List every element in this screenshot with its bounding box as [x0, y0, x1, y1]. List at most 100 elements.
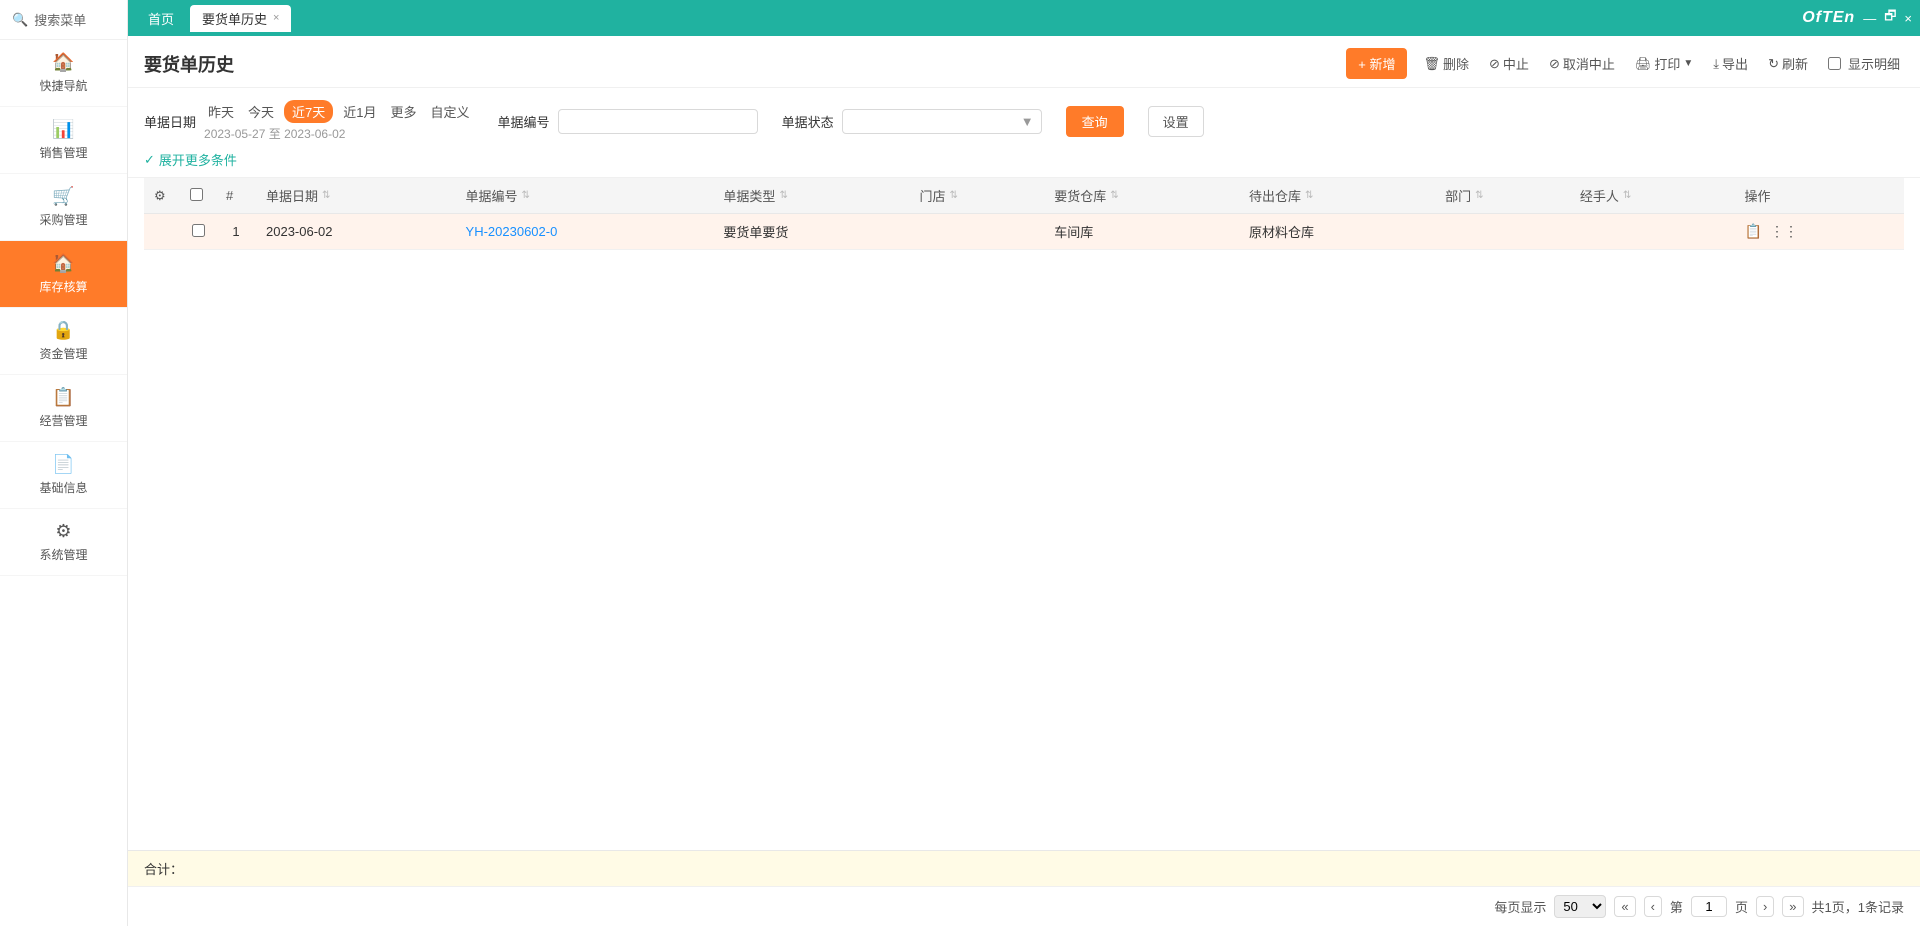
sort-department-icon[interactable]: ⇅: [1475, 190, 1483, 201]
sidebar-search[interactable]: 🔍 搜索菜单: [0, 0, 127, 40]
select-all-checkbox[interactable]: [190, 188, 203, 201]
shortcut-7days[interactable]: 近7天: [284, 100, 333, 123]
date-filter-group: 单据日期 昨天 今天 近7天 近1月 更多 自定义 2023-05-27 至 2…: [144, 100, 474, 142]
window-close-icon[interactable]: ×: [1904, 11, 1912, 26]
stop-button[interactable]: ⊘ 中止: [1485, 52, 1533, 75]
print-icon: 🖨: [1635, 56, 1652, 72]
sidebar-item-inventory[interactable]: 🏠 库存核算: [0, 241, 127, 308]
row-handler: [1570, 214, 1735, 250]
row-pending-warehouse: 原材料仓库: [1239, 214, 1435, 250]
expand-more-btn[interactable]: ✓ 展开更多条件: [144, 150, 1904, 169]
tab-bar-controls: OfTEn — 🗗 ×: [1802, 7, 1912, 29]
delete-button[interactable]: 🗑 删除: [1419, 52, 1473, 75]
row-doc-no-link[interactable]: YH-20230602-0: [466, 224, 558, 239]
doc-no-filter-group: 单据编号: [498, 109, 758, 134]
window-restore-icon[interactable]: 🗗: [1884, 7, 1896, 29]
sidebar-item-label-finance: 资金管理: [39, 345, 87, 362]
shortcut-more[interactable]: 更多: [387, 100, 421, 123]
edit-icon[interactable]: 📋: [1745, 223, 1762, 240]
page-word: 第: [1670, 897, 1683, 916]
first-page-button[interactable]: «: [1614, 896, 1635, 917]
shortcut-today[interactable]: 今天: [244, 100, 278, 123]
more-icon[interactable]: ⋮⋮: [1770, 223, 1798, 240]
row-index: 1: [216, 214, 256, 250]
doc-no-input[interactable]: [558, 109, 758, 134]
tab-bar: 首页 要货单历史 × OfTEn — 🗗 ×: [128, 0, 1920, 36]
toolbar: + 新增 🗑 删除 ⊘ 中止 ⊘ 取消中止 🖨 打印 ▼: [1346, 48, 1904, 79]
settings-button[interactable]: 设置: [1148, 106, 1204, 137]
refresh-button[interactable]: ↻ 刷新: [1764, 52, 1812, 75]
expand-more-label: 展开更多条件: [159, 150, 237, 169]
sidebar-item-label-sales: 销售管理: [39, 144, 87, 161]
th-doc-no[interactable]: 单据编号 ⇅: [456, 178, 714, 214]
page-header: 要货单历史 + 新增 🗑 删除 ⊘ 中止 ⊘ 取消中止 🖨 打印: [128, 36, 1920, 88]
sort-req-warehouse-icon[interactable]: ⇅: [1110, 190, 1118, 201]
th-pending-warehouse[interactable]: 待出仓库 ⇅: [1239, 178, 1435, 214]
sidebar-item-quick-nav[interactable]: 🏠 快捷导航: [0, 40, 127, 107]
th-date[interactable]: 单据日期 ⇅: [256, 178, 456, 214]
status-select[interactable]: [842, 109, 1042, 134]
row-checkbox-cell[interactable]: [180, 214, 216, 250]
table-body: 1 2023-06-02 YH-20230602-0 要货单要货 车间库 原材料…: [144, 214, 1904, 250]
sort-doc-no-icon[interactable]: ⇅: [522, 190, 530, 201]
shortcut-yesterday[interactable]: 昨天: [204, 100, 238, 123]
shortcut-1month[interactable]: 近1月: [339, 100, 380, 123]
th-req-warehouse-label: 要货仓库: [1054, 186, 1106, 205]
sidebar-item-sales[interactable]: 📊 销售管理: [0, 107, 127, 174]
th-store-label: 门店: [920, 186, 946, 205]
sidebar-item-label-basic: 基础信息: [39, 479, 87, 496]
row-checkbox[interactable]: [192, 224, 205, 237]
show-detail-toggle[interactable]: 显示明细: [1824, 52, 1904, 75]
doc-no-label: 单据编号: [498, 112, 550, 131]
page-suffix: 页: [1735, 897, 1748, 916]
sort-handler-icon[interactable]: ⇅: [1623, 190, 1631, 201]
th-settings[interactable]: ⚙: [144, 178, 180, 214]
sort-doc-type-icon[interactable]: ⇅: [779, 190, 787, 201]
sidebar-item-finance[interactable]: 🔒 资金管理: [0, 308, 127, 375]
show-detail-checkbox[interactable]: [1828, 57, 1841, 70]
stop-icon: ⊘: [1489, 56, 1500, 72]
th-req-warehouse[interactable]: 要货仓库 ⇅: [1044, 178, 1239, 214]
per-page-select[interactable]: 50 100 200: [1554, 895, 1606, 918]
th-handler-label: 经手人: [1580, 186, 1619, 205]
date-filter-label: 单据日期: [144, 112, 196, 131]
tab-home[interactable]: 首页: [136, 5, 186, 32]
export-button[interactable]: ⤓ 导出: [1709, 52, 1752, 75]
last-page-button[interactable]: »: [1782, 896, 1803, 917]
refresh-icon: ↻: [1768, 56, 1779, 72]
print-button[interactable]: 🖨 打印 ▼: [1631, 52, 1697, 75]
sort-store-icon[interactable]: ⇅: [950, 190, 958, 201]
prev-page-button[interactable]: ‹: [1644, 896, 1662, 917]
shortcut-custom[interactable]: 自定义: [427, 100, 474, 123]
query-button[interactable]: 查询: [1066, 106, 1124, 137]
table-header: ⚙ # 单据日期 ⇅ 单据编号: [144, 178, 1904, 214]
lock-icon: 🔒: [52, 320, 74, 341]
page-number-input[interactable]: [1691, 896, 1727, 917]
th-handler[interactable]: 经手人 ⇅: [1570, 178, 1735, 214]
sidebar-item-operation[interactable]: 📋 经营管理: [0, 375, 127, 442]
cancel-stop-button[interactable]: ⊘ 取消中止: [1545, 52, 1619, 75]
th-doc-type-label: 单据类型: [723, 186, 775, 205]
sort-date-icon[interactable]: ⇅: [322, 190, 330, 201]
sidebar-item-purchase[interactable]: 🛒 采购管理: [0, 174, 127, 241]
add-button[interactable]: + 新增: [1346, 48, 1407, 79]
next-page-button[interactable]: ›: [1756, 896, 1774, 917]
th-department[interactable]: 部门 ⇅: [1435, 178, 1570, 214]
cancel-stop-label: 取消中止: [1563, 54, 1615, 73]
th-action: 操作: [1735, 178, 1904, 214]
th-doc-type[interactable]: 单据类型 ⇅: [713, 178, 909, 214]
sidebar-item-basic[interactable]: 📄 基础信息: [0, 442, 127, 509]
tab-close-icon[interactable]: ×: [273, 12, 279, 24]
window-minimize-icon[interactable]: —: [1863, 11, 1876, 26]
th-store[interactable]: 门店 ⇅: [910, 178, 1045, 214]
table-row: 1 2023-06-02 YH-20230602-0 要货单要货 车间库 原材料…: [144, 214, 1904, 250]
date-range-display: 2023-05-27 至 2023-06-02: [204, 125, 474, 142]
table-footer: 合计：: [128, 850, 1920, 886]
row-date: 2023-06-02: [256, 214, 456, 250]
tab-active[interactable]: 要货单历史 ×: [190, 5, 291, 32]
status-select-wrapper: ▼: [842, 109, 1042, 134]
sort-pending-warehouse-icon[interactable]: ⇅: [1305, 190, 1313, 201]
sidebar: 🔍 搜索菜单 🏠 快捷导航 📊 销售管理 🛒 采购管理 🏠 库存核算 🔒 资金管…: [0, 0, 128, 926]
sidebar-item-system[interactable]: ⚙ 系统管理: [0, 509, 127, 576]
gear-icon: ⚙: [55, 521, 71, 542]
